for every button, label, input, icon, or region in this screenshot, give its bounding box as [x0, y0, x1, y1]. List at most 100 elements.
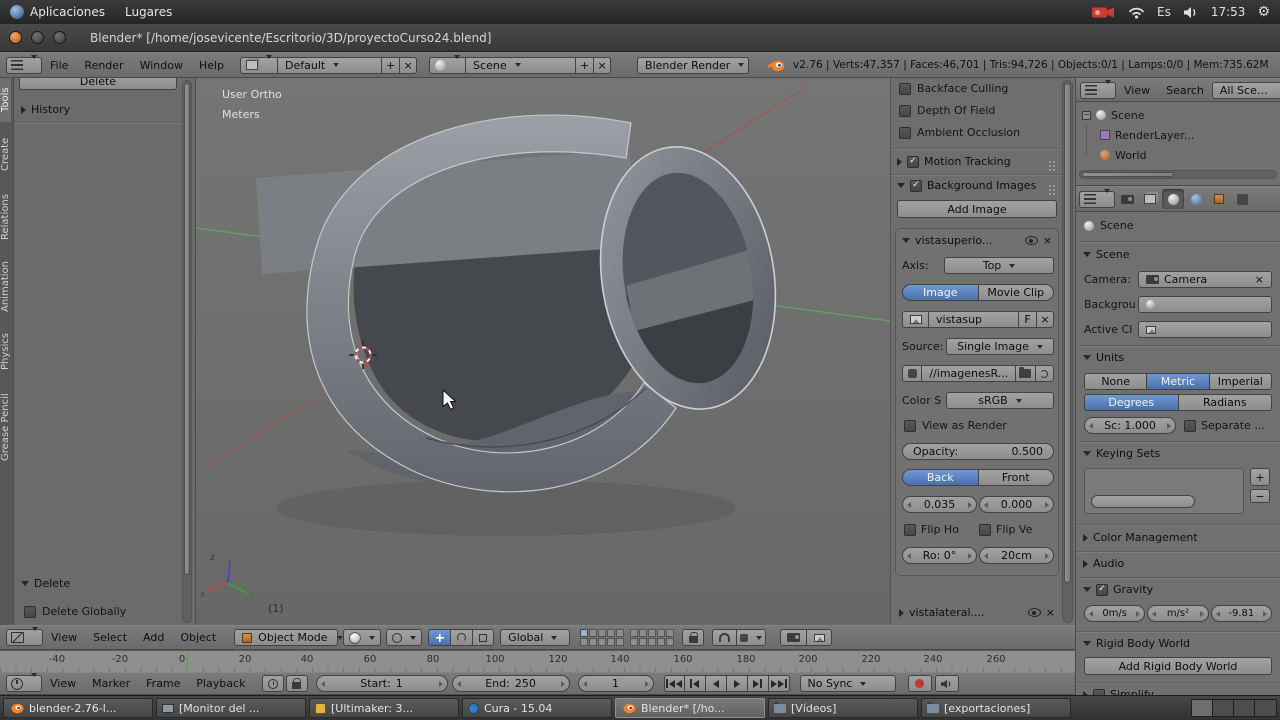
- remove-keying-set-button[interactable]: −: [1250, 489, 1270, 503]
- delete-button[interactable]: Delete: [19, 78, 177, 90]
- keying-sets-list[interactable]: [1084, 468, 1244, 514]
- toolshelf-scrollbar-thumb[interactable]: [184, 83, 190, 575]
- next-keyframe-button[interactable]: [747, 675, 769, 692]
- filepath-field[interactable]: //imagenesR...: [921, 365, 1016, 382]
- screen-layout-browse-button[interactable]: [240, 56, 278, 74]
- depth-of-field-checkbox[interactable]: [899, 104, 911, 117]
- layers-group-1[interactable]: [580, 629, 625, 646]
- source-movieclip-toggle[interactable]: Movie Clip: [977, 284, 1054, 301]
- flip-vertical-option[interactable]: Flip Ve: [979, 523, 1054, 536]
- menu-file[interactable]: File: [42, 59, 76, 72]
- outliner-item-renderlayer[interactable]: RenderLayer...: [1100, 126, 1194, 144]
- units-panel-header[interactable]: Units: [1083, 351, 1124, 364]
- tab-render-layers[interactable]: [1139, 189, 1161, 209]
- toolshelf-tab-physics[interactable]: Physics: [0, 326, 11, 378]
- snap-element-selector[interactable]: [736, 629, 767, 646]
- taskbar-window-ultimaker[interactable]: [Ultimaker: 3...: [309, 698, 459, 718]
- rotation-degrees-button[interactable]: Degrees: [1084, 394, 1178, 411]
- background-images-checkbox[interactable]: ✓: [910, 179, 922, 192]
- taskbar-window-blender-folder[interactable]: blender-2.76-l...: [3, 698, 153, 718]
- panel-grip-icon[interactable]: [1049, 160, 1051, 163]
- view-as-render-checkbox[interactable]: [904, 419, 916, 432]
- taskbar-window-videos[interactable]: [Vídeos]: [768, 698, 918, 718]
- gravity-checkbox[interactable]: ✓: [1096, 583, 1108, 596]
- gravity-panel-header[interactable]: ✓ Gravity: [1083, 583, 1153, 596]
- lock-to-scene-button[interactable]: [682, 629, 705, 646]
- view-as-render-option[interactable]: View as Render: [904, 419, 1007, 432]
- flip-vertical-checkbox[interactable]: [979, 523, 991, 536]
- open-file-button[interactable]: [1015, 365, 1035, 382]
- screen-recorder-icon[interactable]: [1092, 6, 1116, 19]
- settings-gear-icon[interactable]: ⚙: [1257, 5, 1270, 19]
- audio-scrubbing-button[interactable]: [934, 675, 959, 692]
- select-menu[interactable]: Select: [85, 631, 135, 644]
- backface-culling-checkbox[interactable]: [899, 82, 911, 95]
- remove-bg-image-button[interactable]: ×: [1043, 234, 1052, 247]
- bg-image-entry2-header[interactable]: vistalateral.... ×: [899, 606, 1055, 619]
- units-none-button[interactable]: None: [1084, 373, 1147, 390]
- layers-group-2[interactable]: [630, 629, 675, 646]
- prev-keyframe-button[interactable]: [684, 675, 706, 692]
- timeline-menu-marker[interactable]: Marker: [84, 677, 138, 690]
- units-imperial-button[interactable]: Imperial: [1208, 373, 1272, 390]
- eye-icon[interactable]: [1027, 608, 1041, 617]
- opengl-render-anim-button[interactable]: [806, 629, 833, 646]
- mode-selector[interactable]: Object Mode: [234, 629, 339, 646]
- back-toggle[interactable]: Back: [902, 469, 978, 486]
- 3d-viewport[interactable]: User Ortho Meters z x y (1): [196, 78, 890, 625]
- window-maximize-button[interactable]: [53, 31, 66, 44]
- motion-tracking-checkbox[interactable]: ✓: [907, 155, 919, 168]
- workspace-switcher[interactable]: [1191, 699, 1277, 717]
- outliner-filter-dropdown[interactable]: All Scenes: [1211, 81, 1280, 99]
- taskbar-window-exportaciones[interactable]: [exportaciones]: [921, 698, 1071, 718]
- unit-scale-field[interactable]: Sc: 1.000: [1084, 417, 1176, 434]
- window-minimize-button[interactable]: [31, 31, 44, 44]
- panel-grip-icon[interactable]: [1049, 184, 1051, 187]
- image-browse-button[interactable]: [902, 311, 928, 328]
- opacity-slider[interactable]: Opacity: 0.500: [902, 443, 1054, 460]
- axis-dropdown[interactable]: Top: [944, 257, 1054, 274]
- toolshelf-tab-animation[interactable]: Animation: [0, 254, 11, 320]
- outliner-item-scene[interactable]: − Scene: [1082, 106, 1145, 124]
- separate-units-checkbox[interactable]: [1184, 419, 1196, 432]
- add-layout-button[interactable]: +: [381, 56, 400, 74]
- filepath-icon-button[interactable]: [902, 365, 922, 382]
- clear-camera-button[interactable]: ×: [1255, 273, 1264, 286]
- taskbar-window-blender-active[interactable]: Blender* [/ho...: [615, 698, 765, 718]
- timeline-menu-frame[interactable]: Frame: [138, 677, 188, 690]
- units-metric-button[interactable]: Metric: [1146, 373, 1209, 390]
- record-button[interactable]: [907, 675, 932, 692]
- tab-constraints[interactable]: [1231, 189, 1253, 209]
- ambient-occlusion-checkbox[interactable]: [899, 126, 911, 139]
- tab-render[interactable]: [1116, 189, 1138, 209]
- color-management-panel-header[interactable]: Color Management: [1083, 531, 1198, 544]
- backface-culling-option[interactable]: Backface Culling: [899, 82, 1008, 95]
- outliner-item-world[interactable]: World: [1100, 146, 1147, 164]
- flip-horizontal-checkbox[interactable]: [904, 523, 916, 536]
- timeline-ruler[interactable]: -40 -20 0 20 40 60 80 100 120 140 160 18…: [0, 650, 1075, 672]
- workspace-1[interactable]: [1192, 700, 1213, 716]
- toolshelf-tab-tools[interactable]: Tools: [0, 78, 11, 122]
- eye-icon[interactable]: [1024, 236, 1038, 245]
- keyboard-layout-indicator[interactable]: Es: [1157, 5, 1171, 19]
- scene-panel-header[interactable]: Scene: [1083, 248, 1130, 261]
- gravity-x-field[interactable]: 0m/s: [1084, 605, 1146, 622]
- jump-to-end-button[interactable]: [768, 675, 790, 692]
- editor-type-button-properties[interactable]: [1079, 190, 1115, 208]
- toolshelf-tab-relations[interactable]: Relations: [0, 186, 11, 248]
- play-button[interactable]: [726, 675, 748, 692]
- workspace-2[interactable]: [1213, 700, 1234, 716]
- jump-to-start-button[interactable]: [663, 675, 685, 692]
- flip-horizontal-option[interactable]: Flip Ho: [904, 523, 979, 536]
- outliner-menu-view[interactable]: View: [1116, 84, 1158, 97]
- snap-toggle-button[interactable]: [712, 629, 737, 646]
- clock[interactable]: 17:53: [1211, 5, 1246, 19]
- scene-browse-button[interactable]: [429, 56, 466, 74]
- add-menu[interactable]: Add: [135, 631, 172, 644]
- camera-field[interactable]: Camera ×: [1138, 271, 1272, 288]
- offset-x-field[interactable]: 0.035: [902, 496, 977, 513]
- manipulator-rotate-button[interactable]: [450, 629, 473, 646]
- menu-render[interactable]: Render: [76, 59, 131, 72]
- tab-object[interactable]: [1208, 189, 1230, 209]
- tab-world[interactable]: [1185, 189, 1207, 209]
